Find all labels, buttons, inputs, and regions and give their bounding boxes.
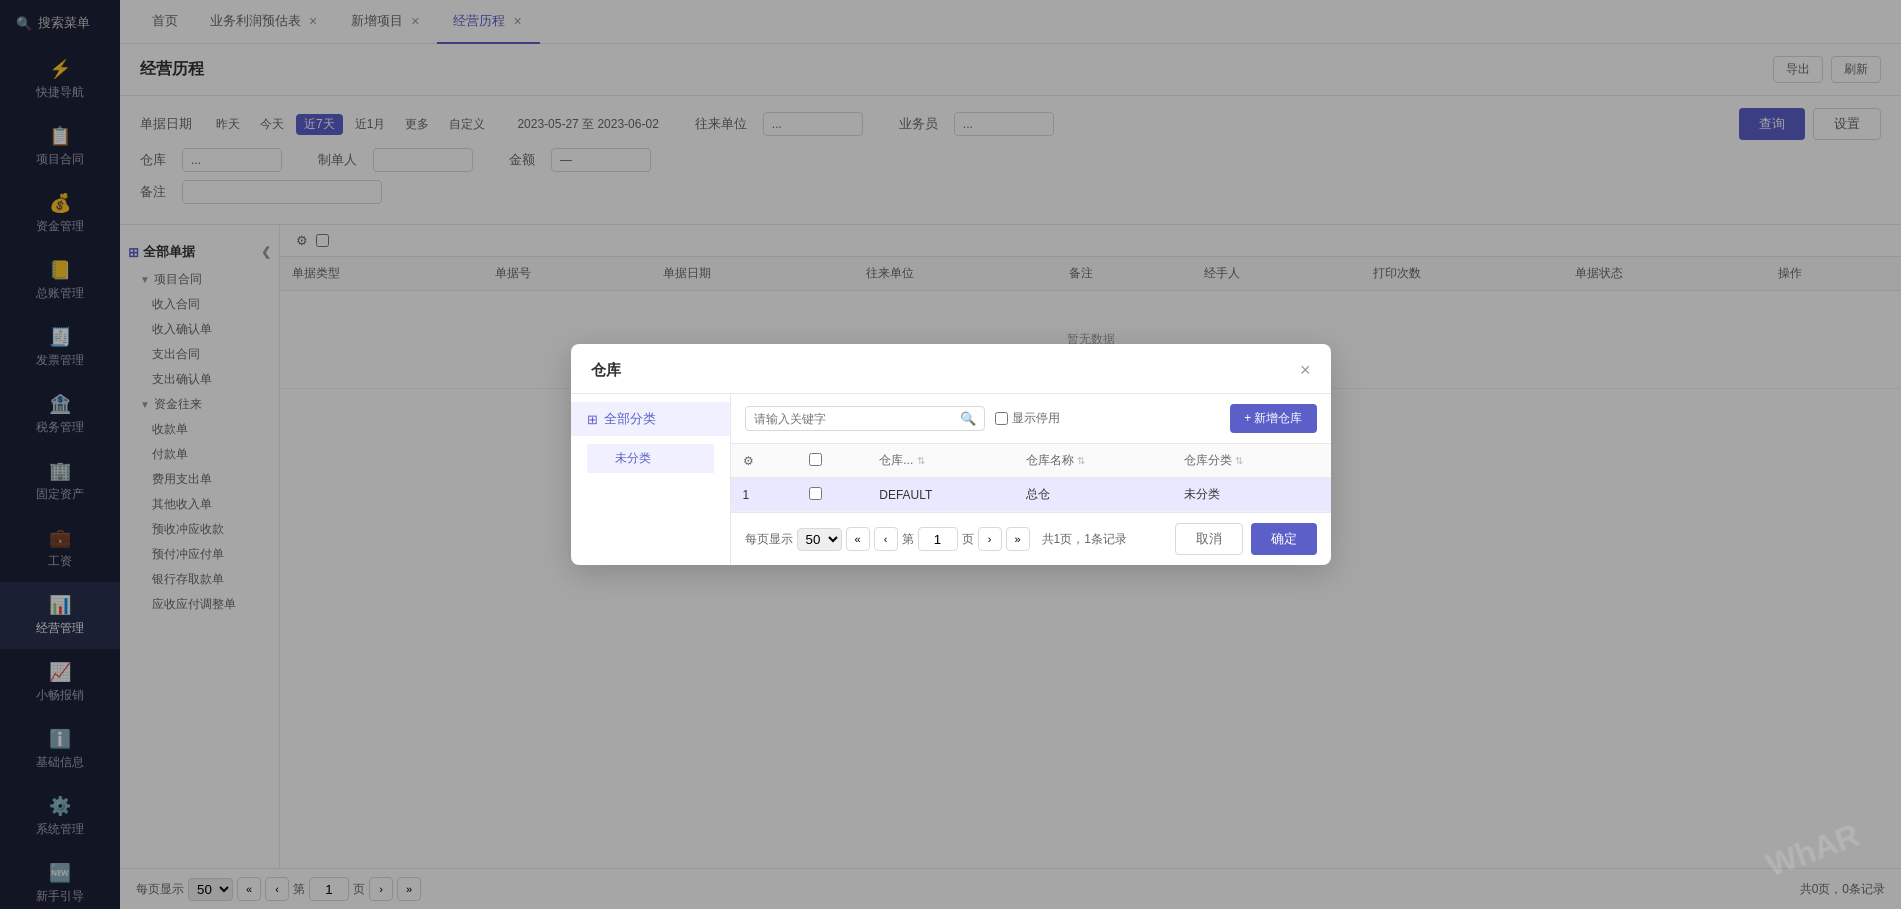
modal-sidebar: ⊞ 全部分类 未分类 bbox=[571, 394, 731, 565]
modal-next-page[interactable]: › bbox=[978, 527, 1002, 551]
modal-last-page[interactable]: » bbox=[1006, 527, 1030, 551]
row-select-1[interactable] bbox=[809, 487, 822, 500]
modal-search-input[interactable] bbox=[754, 412, 956, 426]
modal-table-scroll: ⚙ 仓库... ⇅ bbox=[731, 444, 1331, 512]
modal-scroll-area: 未分类 bbox=[571, 436, 730, 481]
modal-first-page[interactable]: « bbox=[846, 527, 870, 551]
modal-category-uncategorized[interactable]: 未分类 bbox=[587, 444, 714, 473]
modal-col-category[interactable]: 仓库分类 ⇅ bbox=[1172, 444, 1330, 478]
row-category: 未分类 bbox=[1172, 478, 1330, 512]
row-code: DEFAULT bbox=[867, 478, 1014, 512]
modal-title: 仓库 bbox=[591, 361, 621, 380]
modal-prev-page[interactable]: ‹ bbox=[874, 527, 898, 551]
modal-cancel-button[interactable]: 取消 bbox=[1175, 523, 1243, 555]
grid-icon-modal: ⊞ bbox=[587, 412, 598, 427]
modal-col-settings: ⚙ bbox=[731, 444, 797, 478]
modal-close-button[interactable]: × bbox=[1300, 360, 1311, 381]
modal-header: 仓库 × bbox=[571, 344, 1331, 394]
modal-total-info: 共1页，1条记录 bbox=[1042, 531, 1127, 548]
show-disabled-checkbox[interactable] bbox=[995, 412, 1008, 425]
modal-page-input[interactable] bbox=[918, 527, 958, 551]
modal-body: ⊞ 全部分类 未分类 🔍 bbox=[571, 394, 1331, 565]
modal-table-row[interactable]: 1 DEFAULT 总仓 未分类 bbox=[731, 478, 1331, 512]
modal-col-checkbox bbox=[797, 444, 867, 478]
modal-overlay: 仓库 × ⊞ 全部分类 未分类 bbox=[0, 0, 1901, 909]
show-disabled-checkbox-label[interactable]: 显示停用 bbox=[995, 410, 1060, 427]
modal-sidebar-collapse[interactable]: 未分类 bbox=[587, 444, 714, 473]
sort-code-icon[interactable]: ⇅ bbox=[917, 455, 925, 466]
modal-table: ⚙ 仓库... ⇅ bbox=[731, 444, 1331, 512]
modal-toolbar: 🔍 显示停用 + 新增仓库 bbox=[731, 394, 1331, 444]
warehouse-modal: 仓库 × ⊞ 全部分类 未分类 bbox=[571, 344, 1331, 565]
modal-page-size[interactable]: 50 bbox=[797, 528, 842, 551]
sort-category-icon[interactable]: ⇅ bbox=[1235, 455, 1243, 466]
modal-search-box: 🔍 bbox=[745, 406, 985, 431]
row-index: 1 bbox=[731, 478, 797, 512]
modal-col-name[interactable]: 仓库名称 ⇅ bbox=[1014, 444, 1172, 478]
modal-select-all[interactable] bbox=[809, 453, 822, 466]
table-settings-icon[interactable]: ⚙ bbox=[743, 454, 754, 468]
modal-action-buttons: 取消 确定 bbox=[1175, 523, 1317, 555]
modal-col-code[interactable]: 仓库... ⇅ bbox=[867, 444, 1014, 478]
modal-footer: 每页显示 50 « ‹ 第 页 › » 共1页，1条记录 bbox=[731, 512, 1331, 565]
modal-confirm-button[interactable]: 确定 bbox=[1251, 523, 1317, 555]
modal-pagination: 每页显示 50 « ‹ 第 页 › » 共1页，1条记录 bbox=[745, 527, 1127, 551]
row-checkbox bbox=[797, 478, 867, 512]
modal-category-all[interactable]: ⊞ 全部分类 bbox=[571, 402, 730, 436]
add-warehouse-button[interactable]: + 新增仓库 bbox=[1230, 404, 1316, 433]
modal-main-content: 🔍 显示停用 + 新增仓库 bbox=[731, 394, 1331, 565]
sort-name-icon[interactable]: ⇅ bbox=[1077, 455, 1085, 466]
search-icon-modal[interactable]: 🔍 bbox=[960, 411, 976, 426]
row-name: 总仓 bbox=[1014, 478, 1172, 512]
